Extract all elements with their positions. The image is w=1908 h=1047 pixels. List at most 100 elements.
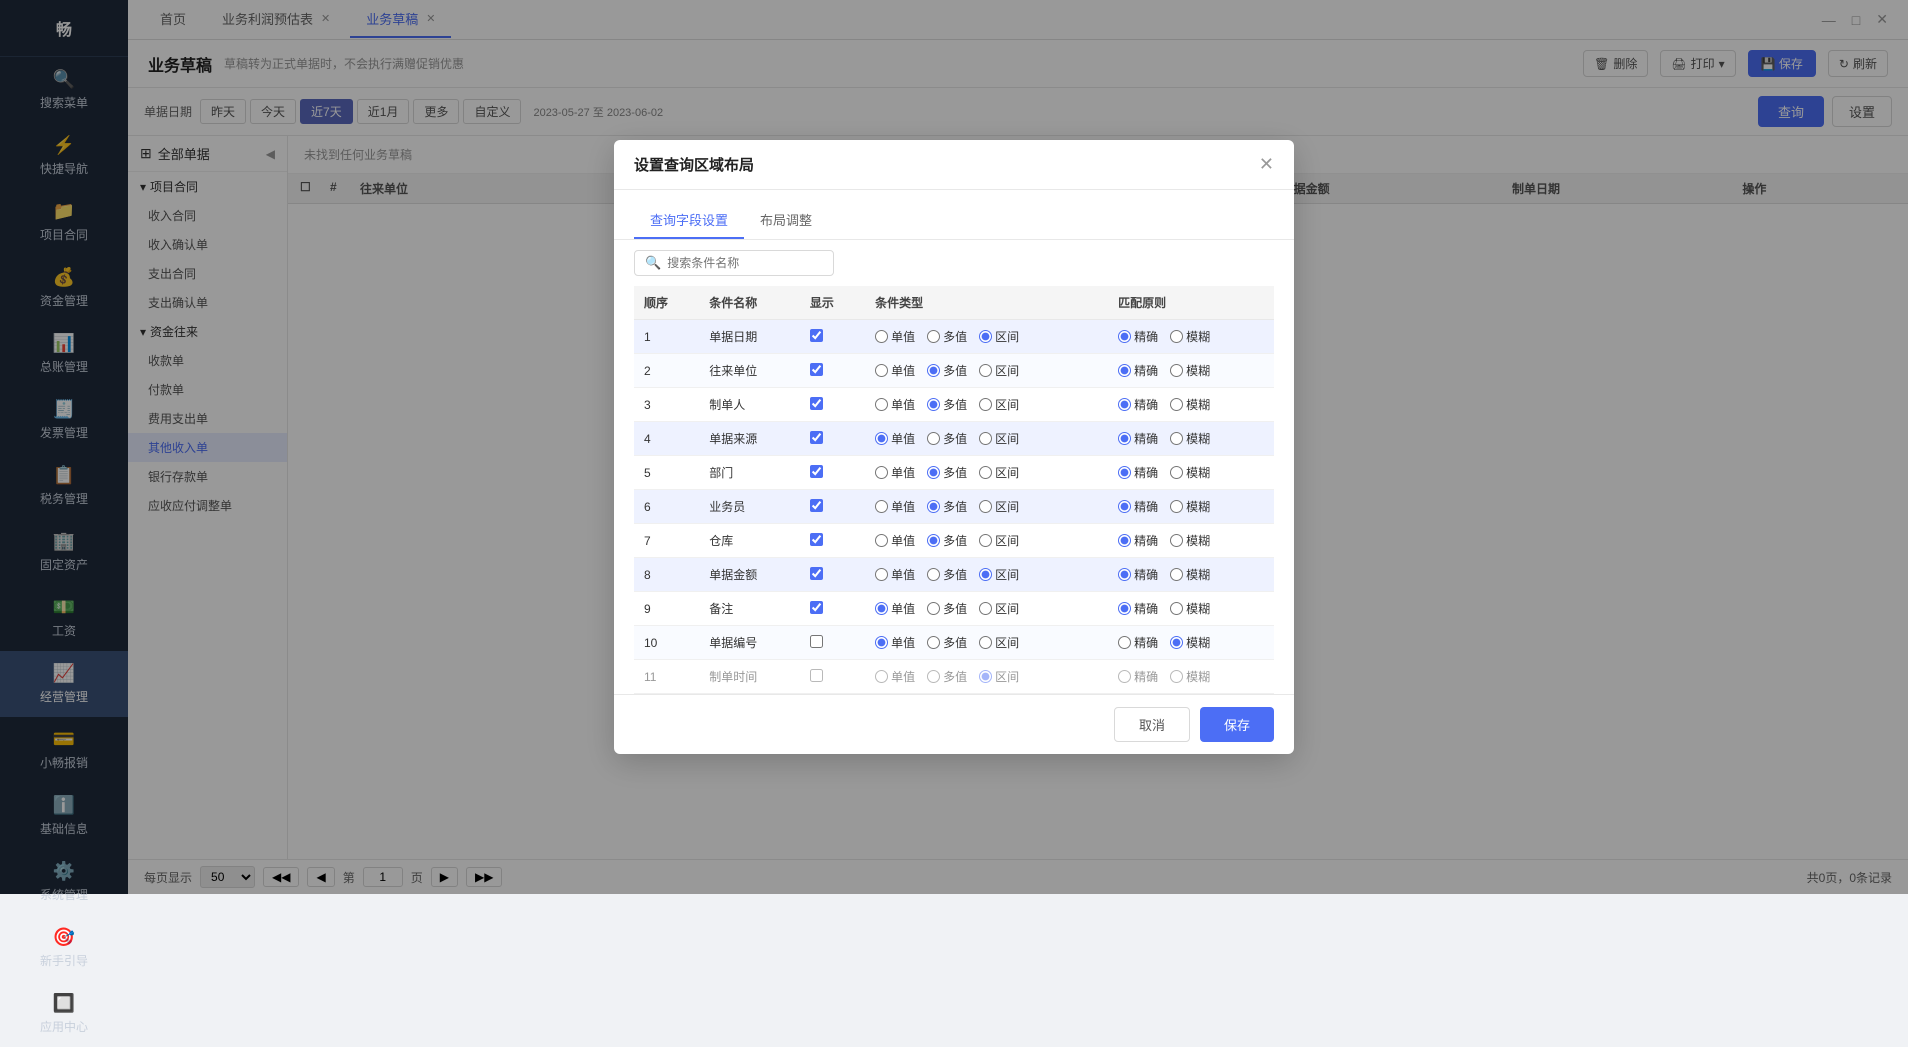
cell-show-10 bbox=[800, 660, 865, 694]
type-multi-radio-4[interactable] bbox=[927, 466, 940, 479]
type-single-radio-0[interactable] bbox=[875, 330, 888, 343]
match-fuzzy-radio-0[interactable] bbox=[1170, 330, 1183, 343]
match-exact-radio-0[interactable] bbox=[1118, 330, 1131, 343]
modal-cancel-button[interactable]: 取消 bbox=[1114, 707, 1190, 742]
type-single-radio-9[interactable] bbox=[875, 636, 888, 649]
type-multi-radio-1[interactable] bbox=[927, 364, 940, 377]
show-checkbox-1[interactable] bbox=[810, 363, 823, 376]
sidebar-item-apps[interactable]: 🔲 应用中心 bbox=[0, 981, 128, 1047]
type-multi-radio-6[interactable] bbox=[927, 534, 940, 547]
type-range-radio-8[interactable] bbox=[979, 602, 992, 615]
modal-tab-layout[interactable]: 布局调整 bbox=[744, 202, 828, 239]
type-multi-radio-7[interactable] bbox=[927, 568, 940, 581]
table-row: 4 单据来源 单值 多值 区间 精确 模糊 bbox=[634, 422, 1274, 456]
cell-name-6: 仓库 bbox=[699, 524, 800, 558]
type-range-radio-9[interactable] bbox=[979, 636, 992, 649]
show-checkbox-2[interactable] bbox=[810, 397, 823, 410]
modal-overlay[interactable]: 设置查询区域布局 ✕ 查询字段设置 布局调整 🔍 bbox=[0, 0, 1908, 894]
show-checkbox-6[interactable] bbox=[810, 533, 823, 546]
match-exact-radio-6[interactable] bbox=[1118, 534, 1131, 547]
cell-match-9: 精确 模糊 bbox=[1108, 626, 1274, 660]
match-exact-radio-5[interactable] bbox=[1118, 500, 1131, 513]
type-multi-radio-2[interactable] bbox=[927, 398, 940, 411]
sidebar-item-guide[interactable]: 🎯 新手引导 bbox=[0, 915, 128, 981]
match-fuzzy-radio-6[interactable] bbox=[1170, 534, 1183, 547]
show-checkbox-0[interactable] bbox=[810, 329, 823, 342]
type-single-radio-10[interactable] bbox=[875, 670, 888, 683]
show-checkbox-4[interactable] bbox=[810, 465, 823, 478]
type-range-radio-0[interactable] bbox=[979, 330, 992, 343]
show-checkbox-9[interactable] bbox=[810, 635, 823, 648]
type-multi-radio-10[interactable] bbox=[927, 670, 940, 683]
show-checkbox-10[interactable] bbox=[810, 669, 823, 682]
match-exact-radio-4[interactable] bbox=[1118, 466, 1131, 479]
type-range-radio-10[interactable] bbox=[979, 670, 992, 683]
cell-match-0: 精确 模糊 bbox=[1108, 320, 1274, 354]
modal-table: 顺序 条件名称 显示 条件类型 匹配原则 1 单据日期 单值 多值 bbox=[634, 286, 1274, 694]
modal-dialog: 设置查询区域布局 ✕ 查询字段设置 布局调整 🔍 bbox=[614, 140, 1294, 754]
match-exact-radio-3[interactable] bbox=[1118, 432, 1131, 445]
cell-type-10: 单值 多值 区间 bbox=[865, 660, 1108, 694]
cell-name-1: 往来单位 bbox=[699, 354, 800, 388]
type-multi-radio-3[interactable] bbox=[927, 432, 940, 445]
match-fuzzy-radio-4[interactable] bbox=[1170, 466, 1183, 479]
show-checkbox-3[interactable] bbox=[810, 431, 823, 444]
modal-body: 查询字段设置 布局调整 🔍 顺序 条件名 bbox=[614, 190, 1294, 694]
match-exact-radio-8[interactable] bbox=[1118, 602, 1131, 615]
show-checkbox-5[interactable] bbox=[810, 499, 823, 512]
modal-search-input[interactable] bbox=[667, 256, 823, 270]
th-show: 显示 bbox=[800, 286, 865, 320]
match-fuzzy-radio-5[interactable] bbox=[1170, 500, 1183, 513]
match-fuzzy-radio-9[interactable] bbox=[1170, 636, 1183, 649]
type-single-radio-3[interactable] bbox=[875, 432, 888, 445]
match-exact-radio-1[interactable] bbox=[1118, 364, 1131, 377]
cell-order-8: 9 bbox=[634, 592, 699, 626]
match-fuzzy-radio-2[interactable] bbox=[1170, 398, 1183, 411]
match-fuzzy-radio-8[interactable] bbox=[1170, 602, 1183, 615]
match-fuzzy-radio-10[interactable] bbox=[1170, 670, 1183, 683]
type-range-radio-7[interactable] bbox=[979, 568, 992, 581]
match-exact-radio-9[interactable] bbox=[1118, 636, 1131, 649]
cell-order-7: 8 bbox=[634, 558, 699, 592]
type-range-radio-6[interactable] bbox=[979, 534, 992, 547]
cell-order-9: 10 bbox=[634, 626, 699, 660]
type-range-radio-4[interactable] bbox=[979, 466, 992, 479]
type-multi-radio-0[interactable] bbox=[927, 330, 940, 343]
type-single-radio-1[interactable] bbox=[875, 364, 888, 377]
match-exact-radio-2[interactable] bbox=[1118, 398, 1131, 411]
show-checkbox-8[interactable] bbox=[810, 601, 823, 614]
type-single-radio-4[interactable] bbox=[875, 466, 888, 479]
apps-icon: 🔲 bbox=[53, 993, 75, 1014]
type-single-radio-7[interactable] bbox=[875, 568, 888, 581]
match-fuzzy-radio-1[interactable] bbox=[1170, 364, 1183, 377]
cell-order-10: 11 bbox=[634, 660, 699, 694]
modal-close-button[interactable]: ✕ bbox=[1259, 154, 1274, 175]
show-checkbox-7[interactable] bbox=[810, 567, 823, 580]
match-fuzzy-radio-3[interactable] bbox=[1170, 432, 1183, 445]
match-fuzzy-radio-7[interactable] bbox=[1170, 568, 1183, 581]
cell-show-0 bbox=[800, 320, 865, 354]
cell-name-3: 单据来源 bbox=[699, 422, 800, 456]
cell-name-8: 备注 bbox=[699, 592, 800, 626]
type-single-radio-8[interactable] bbox=[875, 602, 888, 615]
table-row: 3 制单人 单值 多值 区间 精确 模糊 bbox=[634, 388, 1274, 422]
type-multi-radio-8[interactable] bbox=[927, 602, 940, 615]
match-exact-radio-10[interactable] bbox=[1118, 670, 1131, 683]
type-range-radio-2[interactable] bbox=[979, 398, 992, 411]
type-range-radio-3[interactable] bbox=[979, 432, 992, 445]
type-multi-radio-5[interactable] bbox=[927, 500, 940, 513]
type-multi-radio-9[interactable] bbox=[927, 636, 940, 649]
cell-show-6 bbox=[800, 524, 865, 558]
modal-search-wrap: 🔍 bbox=[634, 250, 834, 276]
type-range-radio-5[interactable] bbox=[979, 500, 992, 513]
type-single-radio-2[interactable] bbox=[875, 398, 888, 411]
type-range-radio-1[interactable] bbox=[979, 364, 992, 377]
cell-type-9: 单值 多值 区间 bbox=[865, 626, 1108, 660]
type-single-radio-5[interactable] bbox=[875, 500, 888, 513]
modal-tab-fields[interactable]: 查询字段设置 bbox=[634, 202, 744, 239]
table-row: 7 仓库 单值 多值 区间 精确 模糊 bbox=[634, 524, 1274, 558]
match-exact-radio-7[interactable] bbox=[1118, 568, 1131, 581]
cell-type-0: 单值 多值 区间 bbox=[865, 320, 1108, 354]
type-single-radio-6[interactable] bbox=[875, 534, 888, 547]
modal-save-button[interactable]: 保存 bbox=[1200, 707, 1274, 742]
